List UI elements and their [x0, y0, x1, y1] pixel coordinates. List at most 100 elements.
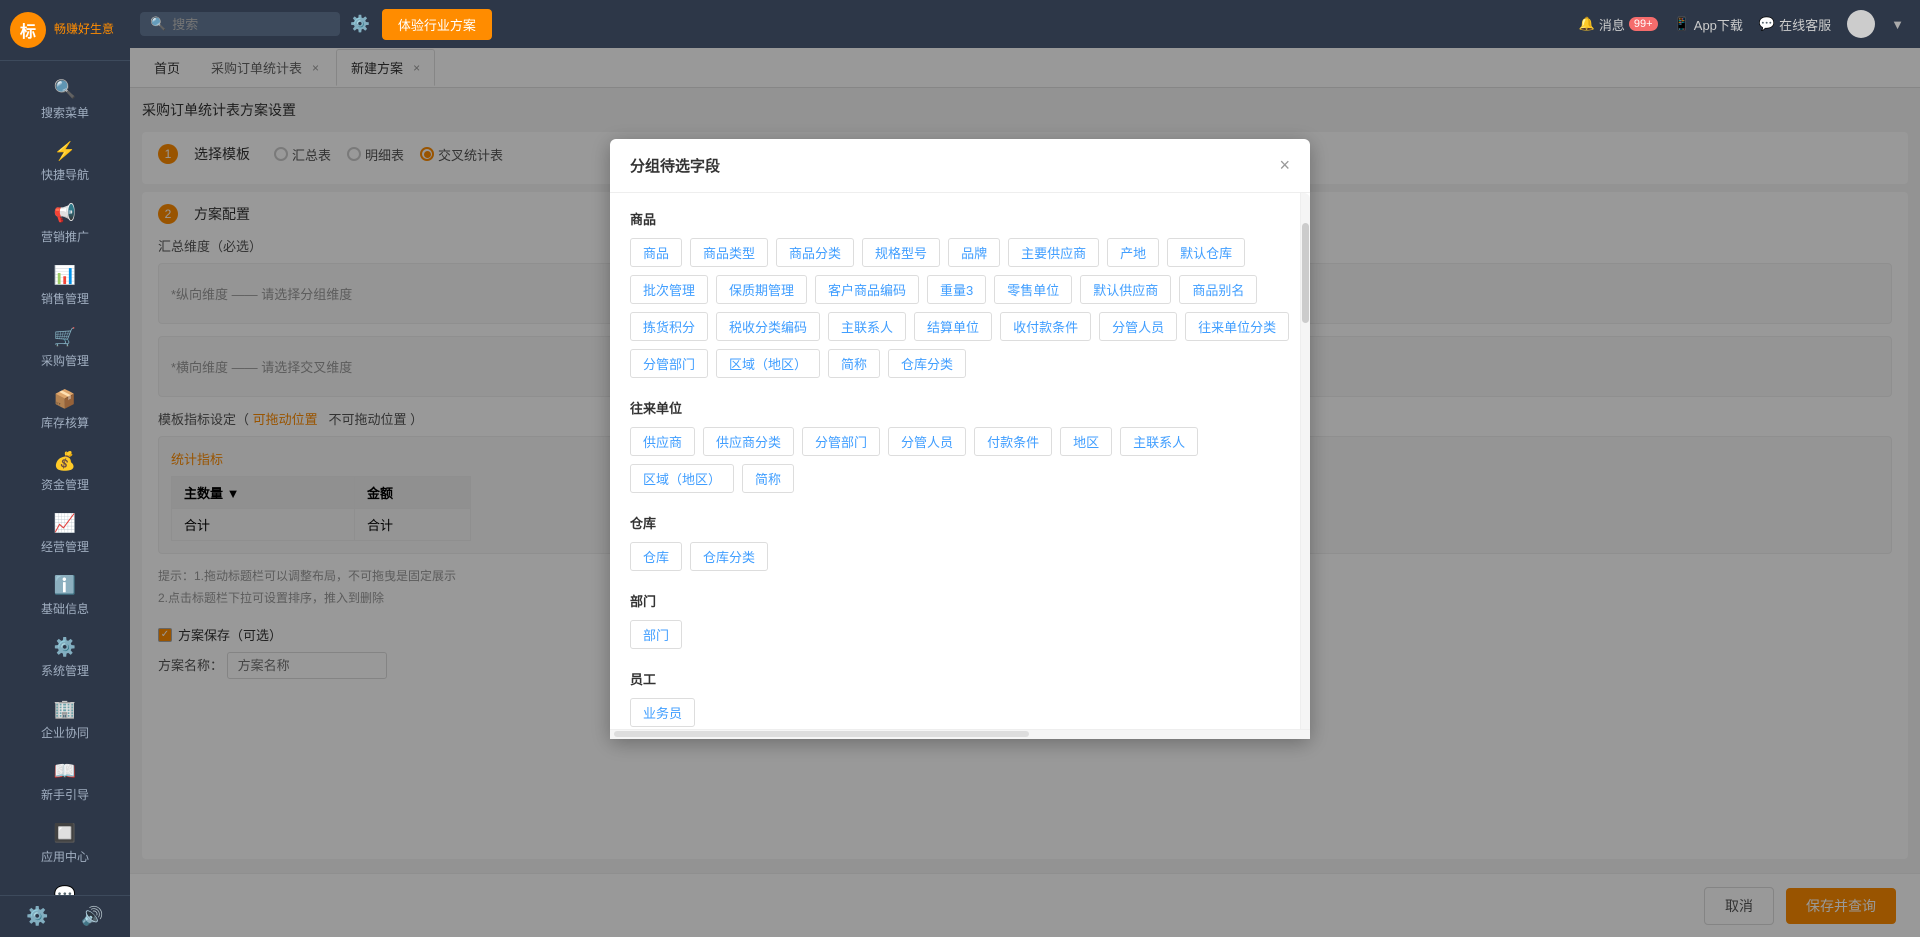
- sidebar-label-enterprise: 企业协同: [41, 724, 89, 741]
- sidebar-item-search[interactable]: 🔍 搜索菜单: [0, 69, 130, 131]
- field-tag[interactable]: 简称: [742, 464, 794, 493]
- trial-button[interactable]: 体验行业方案: [382, 9, 492, 40]
- sidebar-icon-app-center: 🔲: [54, 823, 76, 844]
- sidebar-label-app-center: 应用中心: [41, 848, 89, 865]
- field-tag[interactable]: 仓库: [630, 542, 682, 571]
- field-tag[interactable]: 零售单位: [994, 275, 1072, 304]
- field-tag[interactable]: 商品类型: [690, 238, 768, 267]
- sidebar-item-app-center[interactable]: 🔲 应用中心: [0, 813, 130, 875]
- field-tag[interactable]: 业务员: [630, 698, 695, 727]
- field-grid-goods: 商品商品类型商品分类规格型号品牌主要供应商产地默认仓库批次管理保质期管理客户商品…: [630, 238, 1290, 378]
- field-tag[interactable]: 主联系人: [1120, 427, 1198, 456]
- section-title-warehouse: 仓库: [630, 513, 1290, 532]
- app-download-item[interactable]: 📱 App下载: [1674, 15, 1743, 34]
- sidebar-icon-marketing: 📢: [54, 203, 76, 224]
- sidebar-label-search: 搜索菜单: [41, 104, 89, 121]
- notification-badge: 99+: [1629, 17, 1658, 31]
- sidebar-item-basic[interactable]: ℹ️基础信息: [0, 565, 130, 627]
- field-tag[interactable]: 结算单位: [914, 312, 992, 341]
- sidebar-label-marketing: 营销推广: [41, 228, 89, 245]
- field-tag[interactable]: 往来单位分类: [1185, 312, 1289, 341]
- field-tag[interactable]: 主联系人: [828, 312, 906, 341]
- notification-label: 消息: [1599, 15, 1625, 34]
- field-tag[interactable]: 简称: [828, 349, 880, 378]
- search-input[interactable]: [172, 17, 312, 32]
- sidebar-item-marketing[interactable]: 📢 营销推广: [0, 193, 130, 255]
- field-tag[interactable]: 客户商品编码: [815, 275, 919, 304]
- online-service-item[interactable]: 💬 在线客服: [1759, 15, 1831, 34]
- sidebar-label-system: 系统管理: [41, 662, 89, 679]
- notification-item[interactable]: 🔔 消息 99+: [1579, 15, 1658, 34]
- field-tag[interactable]: 拣货积分: [630, 312, 708, 341]
- sidebar-item-shortcut[interactable]: ⚡ 快捷导航: [0, 131, 130, 193]
- gear-icon[interactable]: ⚙️: [350, 14, 370, 34]
- field-tag[interactable]: 重量3: [927, 275, 986, 304]
- sidebar-icon-finance: 💰: [54, 451, 76, 472]
- search-icon: 🔍: [150, 16, 166, 32]
- modal-vertical-scrollbar[interactable]: [1300, 193, 1310, 729]
- sidebar-icon-system: ⚙️: [54, 637, 76, 658]
- modal-body: 商品 商品商品类型商品分类规格型号品牌主要供应商产地默认仓库批次管理保质期管理客…: [610, 193, 1310, 729]
- field-tag[interactable]: 商品别名: [1179, 275, 1257, 304]
- field-tag[interactable]: 收付款条件: [1000, 312, 1091, 341]
- field-tag[interactable]: 品牌: [948, 238, 1000, 267]
- user-dropdown-icon[interactable]: ▼: [1891, 17, 1904, 32]
- settings-icon[interactable]: ⚙️: [26, 906, 48, 927]
- field-tag[interactable]: 商品: [630, 238, 682, 267]
- field-tag[interactable]: 产地: [1107, 238, 1159, 267]
- modal-close-button[interactable]: ×: [1279, 155, 1290, 176]
- field-tag[interactable]: 默认仓库: [1167, 238, 1245, 267]
- modal-horizontal-scrollbar[interactable]: [610, 729, 1310, 739]
- field-tag[interactable]: 主要供应商: [1008, 238, 1099, 267]
- field-tag[interactable]: 仓库分类: [888, 349, 966, 378]
- logo-icon: 标: [10, 12, 46, 48]
- logo-text: 畅赚好生意: [54, 22, 114, 38]
- field-tag[interactable]: 供应商分类: [703, 427, 794, 456]
- download-icon: 📱: [1674, 16, 1690, 32]
- field-tag[interactable]: 付款条件: [974, 427, 1052, 456]
- field-tag[interactable]: 分管人员: [1099, 312, 1177, 341]
- field-tag[interactable]: 区域（地区）: [630, 464, 734, 493]
- sidebar-label-operation: 经营管理: [41, 538, 89, 555]
- sidebar-item-operation[interactable]: 📈 经营管理: [0, 503, 130, 565]
- topbar-right: 🔔 消息 99+ 📱 App下载 💬 在线客服 ▼: [1579, 10, 1920, 38]
- sidebar-item-guide[interactable]: 📖新手引导: [0, 751, 130, 813]
- field-tag[interactable]: 分管部门: [802, 427, 880, 456]
- sidebar-label-purchase: 采购管理: [41, 352, 89, 369]
- sidebar-item-wecom[interactable]: 💬企业微信: [0, 875, 130, 895]
- sidebar-icon-purchase: 🛒: [54, 327, 76, 348]
- sidebar-item-purchase[interactable]: 🛒 采购管理: [0, 317, 130, 379]
- sidebar-icon-shortcut: ⚡: [54, 141, 76, 162]
- field-tag[interactable]: 地区: [1060, 427, 1112, 456]
- field-tag[interactable]: 保质期管理: [716, 275, 807, 304]
- sidebar-icon-operation: 📈: [54, 513, 76, 534]
- field-grid-dept: 部门: [630, 620, 1290, 649]
- field-tag[interactable]: 分管人员: [888, 427, 966, 456]
- field-tag[interactable]: 部门: [630, 620, 682, 649]
- sidebar-item-sales[interactable]: 📊销售管理: [0, 255, 130, 317]
- modal-header: 分组待选字段 ×: [610, 139, 1310, 193]
- section-staff: 员工 业务员: [630, 669, 1290, 727]
- sidebar-icon-search: 🔍: [54, 79, 76, 100]
- sidebar-item-finance[interactable]: 💰 资金管理: [0, 441, 130, 503]
- field-tag[interactable]: 分管部门: [630, 349, 708, 378]
- field-tag[interactable]: 默认供应商: [1080, 275, 1171, 304]
- field-tag[interactable]: 供应商: [630, 427, 695, 456]
- search-box[interactable]: 🔍: [140, 12, 340, 36]
- volume-icon[interactable]: 🔊: [81, 906, 103, 927]
- sidebar-item-system[interactable]: ⚙️ 系统管理: [0, 627, 130, 689]
- service-icon: 💬: [1759, 16, 1775, 32]
- sidebar-item-inventory[interactable]: 📦库存核算: [0, 379, 130, 441]
- field-tag[interactable]: 规格型号: [862, 238, 940, 267]
- sidebar-label-finance: 资金管理: [41, 476, 89, 493]
- field-tag[interactable]: 区域（地区）: [716, 349, 820, 378]
- avatar[interactable]: [1847, 10, 1875, 38]
- field-tag[interactable]: 批次管理: [630, 275, 708, 304]
- sidebar-label-shortcut: 快捷导航: [41, 166, 89, 183]
- field-tag[interactable]: 仓库分类: [690, 542, 768, 571]
- sidebar-item-enterprise[interactable]: 🏢企业协同: [0, 689, 130, 751]
- sidebar-label-inventory: 库存核算: [41, 414, 89, 431]
- field-tag[interactable]: 商品分类: [776, 238, 854, 267]
- field-tag[interactable]: 税收分类编码: [716, 312, 820, 341]
- topbar: 🔍 ⚙️ 体验行业方案 🔔 消息 99+ 📱 App下载 💬 在线客服 ▼: [130, 0, 1920, 48]
